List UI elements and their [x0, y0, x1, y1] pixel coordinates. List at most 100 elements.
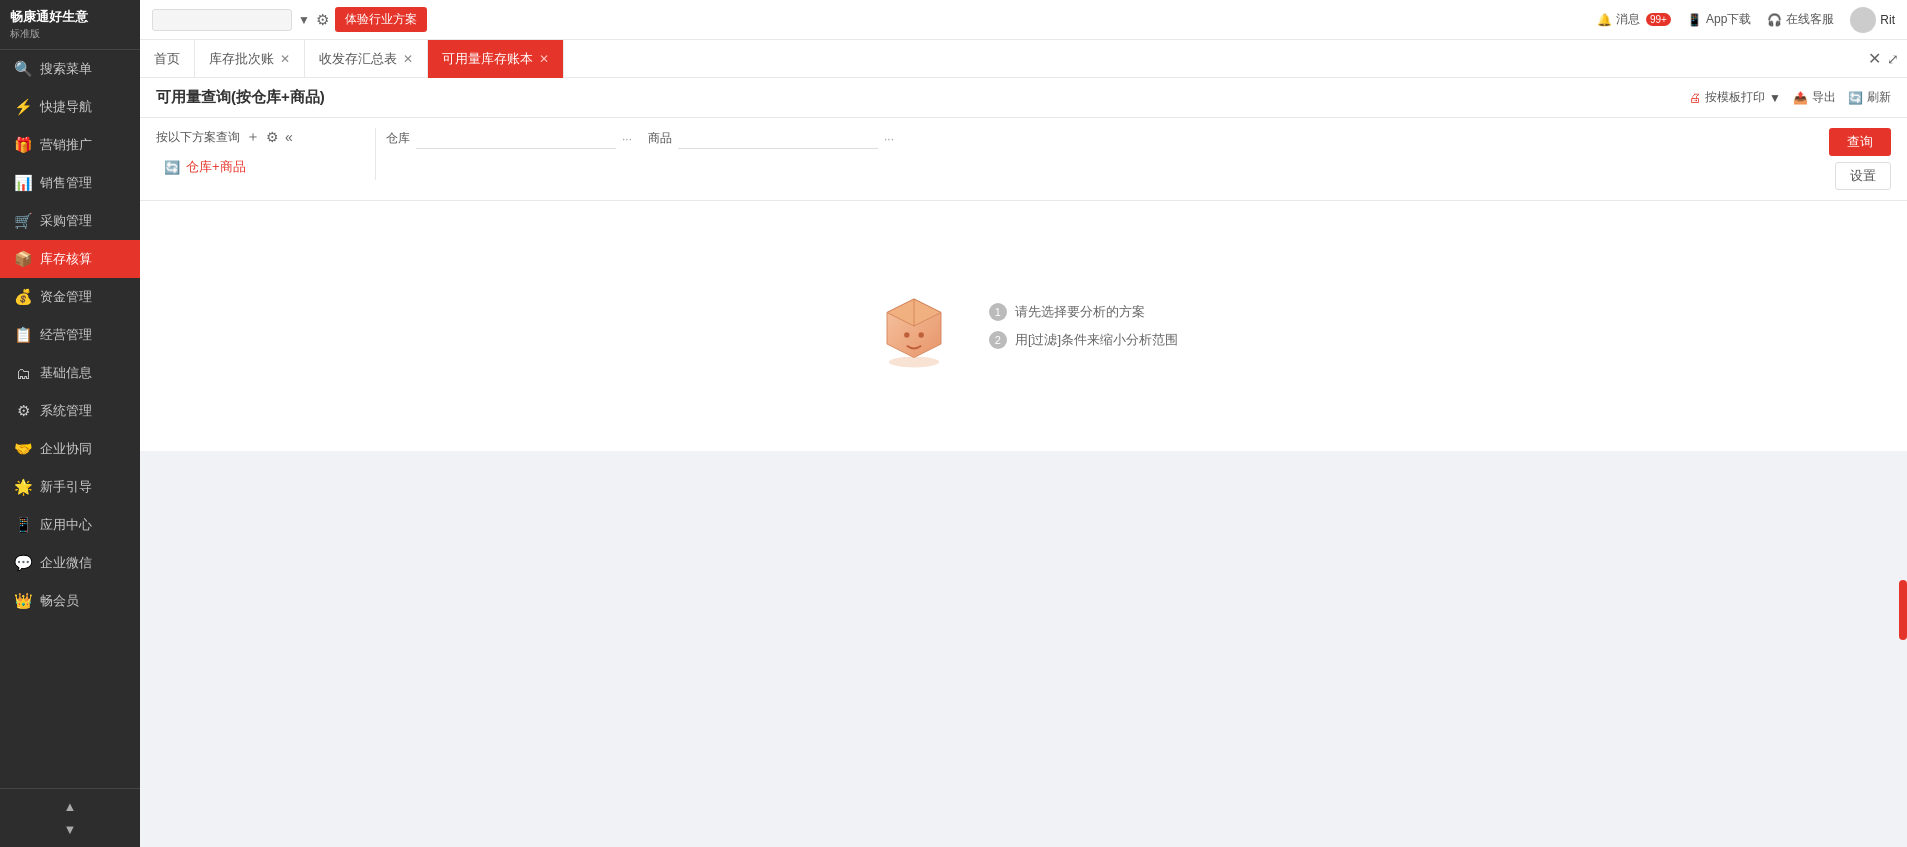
sidebar-item-member[interactable]: 👑 畅会员 [0, 582, 140, 620]
scheme-item-warehouse-product[interactable]: 🔄 仓库+商品 [156, 154, 365, 180]
sidebar-item-appstore[interactable]: 📱应用中心 [0, 506, 140, 544]
refresh-btn[interactable]: 🔄 刷新 [1848, 89, 1891, 106]
tab-close-batch-account[interactable]: ✕ [280, 52, 290, 66]
user-profile[interactable]: Rit [1850, 7, 1895, 33]
tab-close-receive-summary[interactable]: ✕ [403, 52, 413, 66]
appstore-icon: 📱 [14, 516, 32, 534]
collapse-scheme-btn[interactable]: « [285, 129, 293, 145]
query-scheme-section: 按以下方案查询 ＋ ⚙ « 🔄 仓库+商品 [156, 128, 376, 180]
tab-bar: 首页库存批次账✕ 收发存汇总表 ✕ 可用量库存账本 ✕ ✕ ⤢ [140, 40, 1907, 78]
sidebar-item-purchase[interactable]: 🛒采购管理 [0, 202, 140, 240]
sidebar-item-label: 资金管理 [40, 288, 92, 306]
sidebar-item-basic[interactable]: 🗂基础信息 [0, 354, 140, 392]
app-name: 畅康通好生意 [10, 8, 130, 26]
sidebar-scroll-up[interactable]: ▲ [0, 795, 140, 818]
tab-receive-summary[interactable]: 收发存汇总表 ✕ [305, 40, 428, 78]
sidebar-item-operation[interactable]: 📋经营管理 [0, 316, 140, 354]
sidebar-item-quick-nav[interactable]: ⚡快捷导航 [0, 88, 140, 126]
tab-label: 可用量库存账本 [442, 50, 533, 68]
sidebar-item-label: 企业微信 [40, 554, 92, 572]
sidebar-item-wechat[interactable]: 💬 企业微信 [0, 544, 140, 582]
edit-scheme-btn[interactable]: ⚙ [266, 129, 279, 145]
warehouse-more-btn[interactable]: ··· [622, 132, 632, 146]
tab-home[interactable]: 首页 [140, 40, 195, 78]
notification-badge: 99+ [1646, 13, 1671, 26]
tab-bar-expand-btn[interactable]: ⤢ [1887, 51, 1899, 67]
query-panel: 按以下方案查询 ＋ ⚙ « 🔄 仓库+商品 仓库 ··· [140, 118, 1907, 201]
sidebar-item-label: 基础信息 [40, 364, 92, 382]
search-icon: 🔍 [14, 60, 32, 78]
member-icon: 👑 [14, 592, 32, 610]
settings-btn[interactable]: 设置 [1835, 162, 1891, 190]
tab-label: 收发存汇总表 [319, 50, 397, 68]
wechat-icon: 💬 [14, 554, 32, 572]
bell-icon: 🔔 [1597, 13, 1612, 27]
tab-available-ledger[interactable]: 可用量库存账本 ✕ [428, 40, 564, 78]
sidebar: 畅康通好生意 标准版 🔍搜索菜单⚡快捷导航🎁营销推广 📊 销售管理 🛒采购管理📦库存核… [0, 0, 140, 847]
tip-num-2: 2 [989, 331, 1007, 349]
purchase-icon: 🛒 [14, 212, 32, 230]
industry-btn[interactable]: 体验行业方案 [335, 7, 427, 32]
sidebar-item-system[interactable]: ⚙系统管理 [0, 392, 140, 430]
sidebar-scroll: 🔍搜索菜单⚡快捷导航🎁营销推广 📊 销售管理 🛒采购管理📦库存核算 💰 资金管理 📋经营管理… [0, 50, 140, 788]
sidebar-item-label: 销售管理 [40, 174, 92, 192]
empty-tip-1: 1 请先选择要分析的方案 [989, 303, 1178, 321]
tab-batch-account[interactable]: 库存批次账✕ [195, 40, 305, 78]
sales-icon: 📊 [14, 174, 32, 192]
right-scrollbar-hint[interactable] [1899, 580, 1907, 640]
sidebar-item-inventory[interactable]: 📦库存核算 [0, 240, 140, 278]
header-right: 🔔 消息 99+ 📱 App下载 🎧 在线客服 Rit [1597, 7, 1895, 33]
query-btn[interactable]: 查询 [1829, 128, 1891, 156]
sidebar-item-search[interactable]: 🔍搜索菜单 [0, 50, 140, 88]
customer-service-item[interactable]: 🎧 在线客服 [1767, 11, 1834, 28]
tab-bar-close-btn[interactable]: ✕ [1868, 49, 1881, 68]
empty-illustration [869, 281, 959, 371]
sidebar-scroll-down[interactable]: ▼ [0, 818, 140, 841]
tab-close-available-ledger[interactable]: ✕ [539, 52, 549, 66]
warehouse-field: 仓库 ··· [386, 128, 632, 149]
product-more-btn[interactable]: ··· [884, 132, 894, 146]
refresh-icon: 🔄 [1848, 91, 1863, 105]
export-btn[interactable]: 📤 导出 [1793, 89, 1836, 106]
print-label: 按模板打印 [1705, 89, 1765, 106]
export-label: 导出 [1812, 89, 1836, 106]
enterprise-icon: 🤝 [14, 440, 32, 458]
sidebar-item-marketing[interactable]: 🎁营销推广 [0, 126, 140, 164]
tab-bar-actions: ✕ ⤢ [1868, 49, 1907, 68]
tip-num-1: 1 [989, 303, 1007, 321]
sidebar-item-enterprise[interactable]: 🤝企业协同 [0, 430, 140, 468]
print-dropdown-icon: ▼ [1769, 91, 1781, 105]
warehouse-input[interactable] [416, 128, 616, 149]
app-download-label: App下载 [1706, 11, 1751, 28]
header-search-input[interactable] [152, 9, 292, 31]
headset-icon: 🎧 [1767, 13, 1782, 27]
product-input[interactable] [678, 128, 878, 149]
sidebar-item-newbie[interactable]: 🌟新手引导 [0, 468, 140, 506]
sidebar-item-finance[interactable]: 💰 资金管理 [0, 278, 140, 316]
app-download-item[interactable]: 📱 App下载 [1687, 11, 1751, 28]
finance-icon: 💰 [14, 288, 32, 306]
empty-tip-2: 2 用[过滤]条件来缩小分析范围 [989, 331, 1178, 349]
header-gear-btn[interactable]: ⚙ [316, 11, 329, 29]
page-content: 可用量查询(按仓库+商品) 🖨 按模板打印 ▼ 📤 导出 🔄 刷新 [140, 78, 1907, 847]
notification-item[interactable]: 🔔 消息 99+ [1597, 11, 1671, 28]
sidebar-item-label: 畅会员 [40, 592, 79, 610]
notification-label: 消息 [1616, 11, 1640, 28]
sidebar-item-label: 营销推广 [40, 136, 92, 154]
scheme-icon: 🔄 [164, 160, 180, 175]
empty-state-inner: 1 请先选择要分析的方案 2 用[过滤]条件来缩小分析范围 [869, 281, 1178, 371]
svg-point-5 [889, 357, 939, 368]
product-label: 商品 [648, 130, 672, 147]
avatar [1850, 7, 1876, 33]
page-header: 可用量查询(按仓库+商品) 🖨 按模板打印 ▼ 📤 导出 🔄 刷新 [140, 78, 1907, 118]
header-search-area: ▼ ⚙ 体验行业方案 [152, 7, 1589, 32]
warehouse-label: 仓库 [386, 130, 410, 147]
print-btn[interactable]: 🖨 按模板打印 ▼ [1689, 89, 1781, 106]
header-dropdown-btn[interactable]: ▼ [298, 13, 310, 27]
add-scheme-btn[interactable]: ＋ [246, 128, 260, 146]
scheme-header-label: 按以下方案查询 [156, 129, 240, 146]
sidebar-item-sales[interactable]: 📊 销售管理 [0, 164, 140, 202]
app-version: 标准版 [10, 27, 130, 41]
username: Rit [1880, 13, 1895, 27]
page-title: 可用量查询(按仓库+商品) [156, 88, 325, 107]
